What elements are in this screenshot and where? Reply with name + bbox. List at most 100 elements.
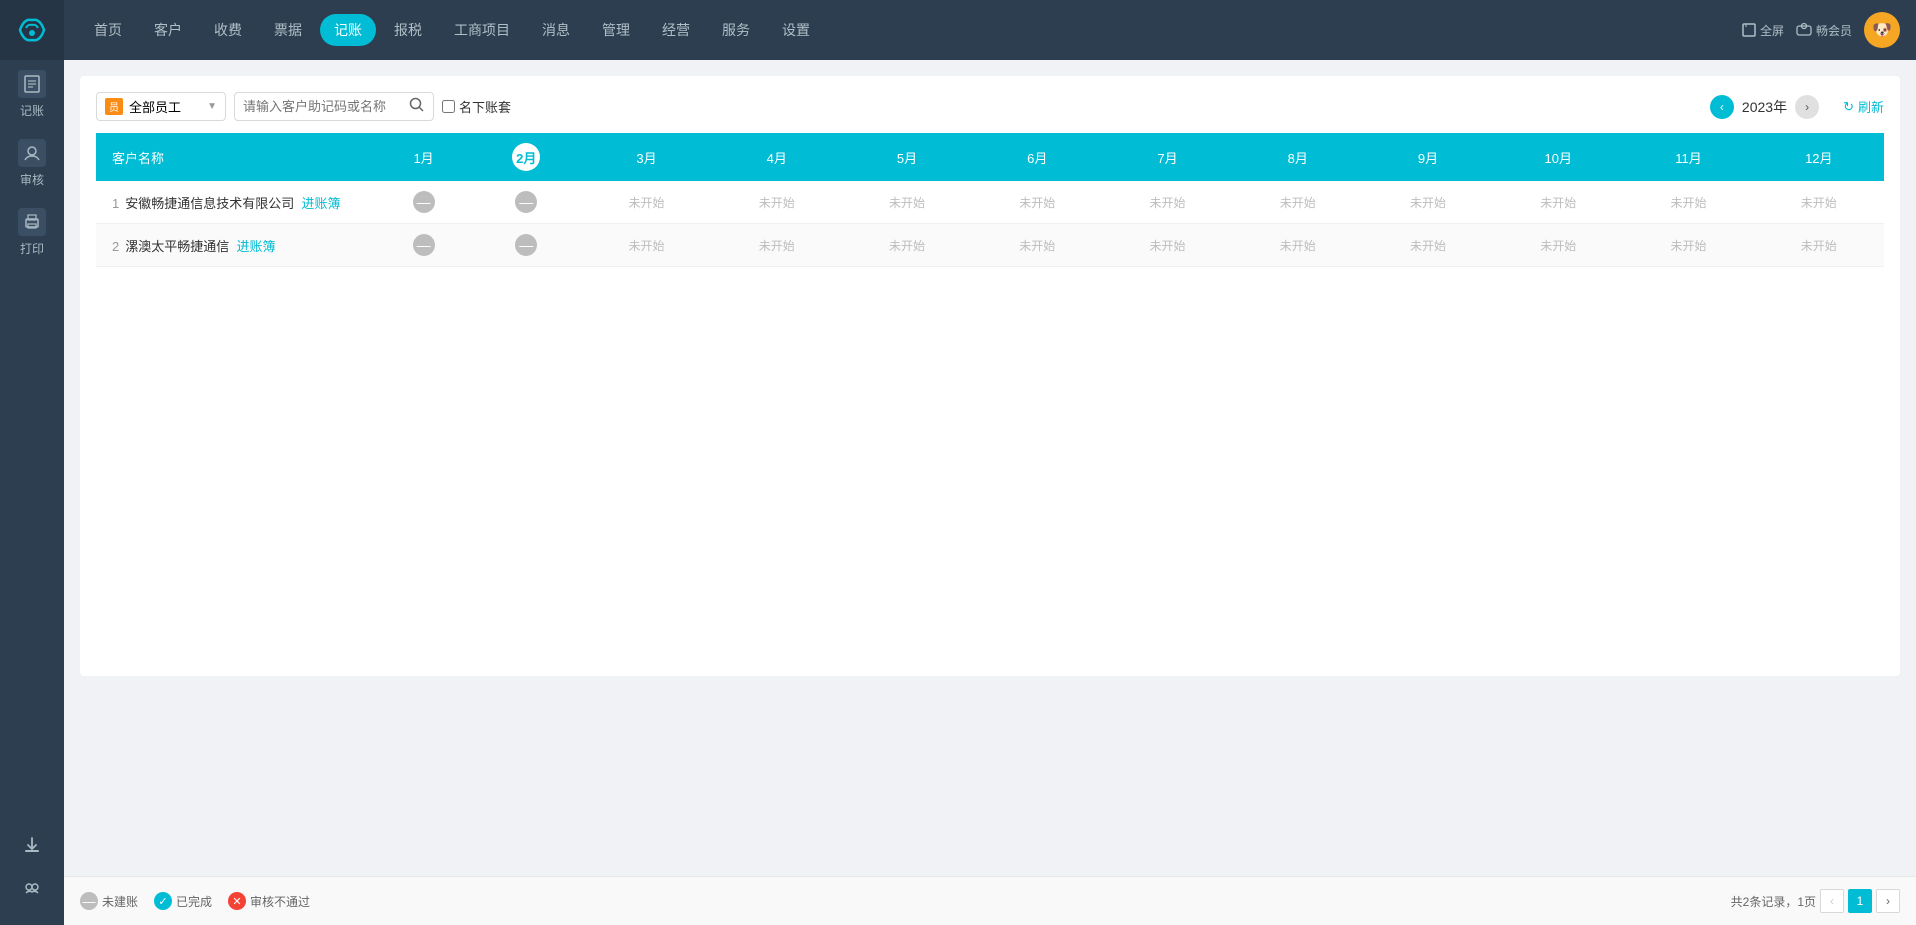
col-header-m10: 10月 <box>1493 133 1623 181</box>
legend-not-created: — 未建账 <box>80 892 138 910</box>
employee-select[interactable]: 员 全部员工 ▼ <box>96 92 226 121</box>
footer: — 未建账 ✓ 已完成 ✕ 审核不通过 共2条记录，1页 ‹ 1 › <box>64 876 1916 925</box>
col-header-m4: 4月 <box>712 133 842 181</box>
month-cell-9: 未开始 <box>1363 224 1493 267</box>
nav-client[interactable]: 客户 <box>140 14 196 46</box>
legend-red-dot: ✕ <box>228 892 246 910</box>
not-started-label: 未开始 <box>1410 196 1446 210</box>
search-button[interactable] <box>409 97 424 116</box>
row-name-cell: 1安徽畅捷通信息技术有限公司 进账簿 <box>96 181 376 224</box>
next-year-button[interactable]: › <box>1795 95 1819 119</box>
nav-business[interactable]: 工商项目 <box>440 14 524 46</box>
pagination: 共2条记录，1页 ‹ 1 › <box>1731 889 1900 913</box>
nav-service[interactable]: 服务 <box>708 14 764 46</box>
employee-label: 全部员工 <box>129 97 181 116</box>
col-header-m3: 3月 <box>581 133 711 181</box>
not-started-label: 未开始 <box>1019 239 1055 253</box>
user-avatar[interactable]: 🐶 <box>1864 12 1900 48</box>
sidebar-item-ledger[interactable]: 记账 <box>0 60 64 129</box>
not-started-label: 未开始 <box>1670 239 1706 253</box>
fullscreen-button[interactable]: 全屏 <box>1742 22 1784 39</box>
nav-home[interactable]: 首页 <box>80 14 136 46</box>
app-logo <box>14 12 50 48</box>
enter-ledger-link[interactable]: 进账簿 <box>301 196 340 211</box>
sidebar-item-download[interactable] <box>0 825 64 865</box>
not-started-label: 未开始 <box>1280 239 1316 253</box>
nav-manage[interactable]: 管理 <box>588 14 644 46</box>
prev-year-button[interactable]: ‹ <box>1710 95 1734 119</box>
status-circle <box>413 234 435 256</box>
nav-tax[interactable]: 报税 <box>380 14 436 46</box>
not-started-label: 未开始 <box>628 239 664 253</box>
not-started-label: 未开始 <box>759 196 795 210</box>
month-cell-8: 未开始 <box>1233 181 1363 224</box>
search-input[interactable] <box>243 99 403 114</box>
enter-ledger-link[interactable]: 进账簿 <box>236 239 275 254</box>
month-cell-4: 未开始 <box>712 224 842 267</box>
refresh-button[interactable]: ↻ 刷新 <box>1843 97 1884 116</box>
col-header-m2: 2月 <box>471 133 581 181</box>
my-ledger-checkbox-label[interactable]: 名下账套 <box>442 97 511 116</box>
nav-ledger[interactable]: 记账 <box>320 14 376 46</box>
not-started-label: 未开始 <box>1540 196 1576 210</box>
nav-message[interactable]: 消息 <box>528 14 584 46</box>
month-cell-7: 未开始 <box>1102 224 1232 267</box>
sidebar-ledger-label: 记账 <box>20 102 44 119</box>
ledger-table: 客户名称 1月 2月 3月 4月 5月 6月 7月 8月 9月 10月 11月 <box>96 133 1884 267</box>
nav-billing[interactable]: 收费 <box>200 14 256 46</box>
status-circle <box>515 234 537 256</box>
month-cell-1 <box>376 181 471 224</box>
next-page-button[interactable]: › <box>1876 889 1900 913</box>
col-header-name: 客户名称 <box>96 133 376 181</box>
sidebar-bottom <box>0 825 64 925</box>
nav-right: 全屏 畅会员 🐶 <box>1742 12 1900 48</box>
legend-teal-dot: ✓ <box>154 892 172 910</box>
year-nav: ‹ 2023年 › <box>1710 95 1819 119</box>
legend-rejected: ✕ 审核不通过 <box>228 892 310 910</box>
prev-page-button[interactable]: ‹ <box>1820 889 1844 913</box>
not-started-label: 未开始 <box>1801 196 1837 210</box>
toolbar: 员 全部员工 ▼ 名下账套 <box>96 92 1884 121</box>
not-started-label: 未开始 <box>1801 239 1837 253</box>
sidebar-item-audit[interactable]: 审核 <box>0 129 64 198</box>
vip-button[interactable]: 畅会员 <box>1796 22 1852 39</box>
content-area: 员 全部员工 ▼ 名下账套 <box>64 60 1916 876</box>
month-cell-11: 未开始 <box>1623 181 1753 224</box>
sidebar-item-help[interactable] <box>0 869 64 909</box>
nav-invoice[interactable]: 票据 <box>260 14 316 46</box>
month-cell-5: 未开始 <box>842 181 972 224</box>
client-name: 安徽畅捷通信息技术有限公司 <box>125 196 294 211</box>
month-cell-3: 未开始 <box>581 224 711 267</box>
refresh-icon: ↻ <box>1843 99 1854 115</box>
not-started-label: 未开始 <box>1540 239 1576 253</box>
month-cell-8: 未开始 <box>1233 224 1363 267</box>
not-started-label: 未开始 <box>1149 239 1185 253</box>
nav-operation[interactable]: 经营 <box>648 14 704 46</box>
col-header-m1: 1月 <box>376 133 471 181</box>
nav-settings[interactable]: 设置 <box>768 14 824 46</box>
my-ledger-checkbox[interactable] <box>442 100 455 113</box>
page-1-button[interactable]: 1 <box>1848 889 1872 913</box>
month-cell-4: 未开始 <box>712 181 842 224</box>
month-cell-12: 未开始 <box>1754 224 1884 267</box>
main-area: 首页 客户 收费 票据 记账 报税 工商项目 消息 管理 经营 服务 设置 全屏 <box>64 0 1916 925</box>
not-started-label: 未开始 <box>1670 196 1706 210</box>
sidebar-item-print[interactable]: 打印 <box>0 198 64 267</box>
month-cell-6: 未开始 <box>972 224 1102 267</box>
table-row: 2漯澳太平畅捷通信 进账簿未开始未开始未开始未开始未开始未开始未开始未开始未开始… <box>96 224 1884 267</box>
col-header-m6: 6月 <box>972 133 1102 181</box>
sidebar-audit-label: 审核 <box>20 171 44 188</box>
vip-label: 畅会员 <box>1816 22 1852 39</box>
refresh-label: 刷新 <box>1858 97 1884 116</box>
sidebar-logo <box>0 0 64 60</box>
month-cell-6: 未开始 <box>972 181 1102 224</box>
month-cell-2 <box>471 224 581 267</box>
not-started-label: 未开始 <box>1149 196 1185 210</box>
not-started-label: 未开始 <box>889 239 925 253</box>
col-header-m11: 11月 <box>1623 133 1753 181</box>
month-cell-7: 未开始 <box>1102 181 1232 224</box>
ledger-icon <box>18 70 46 98</box>
print-icon <box>18 208 46 236</box>
content-card: 员 全部员工 ▼ 名下账套 <box>80 76 1900 676</box>
col-header-m12: 12月 <box>1754 133 1884 181</box>
